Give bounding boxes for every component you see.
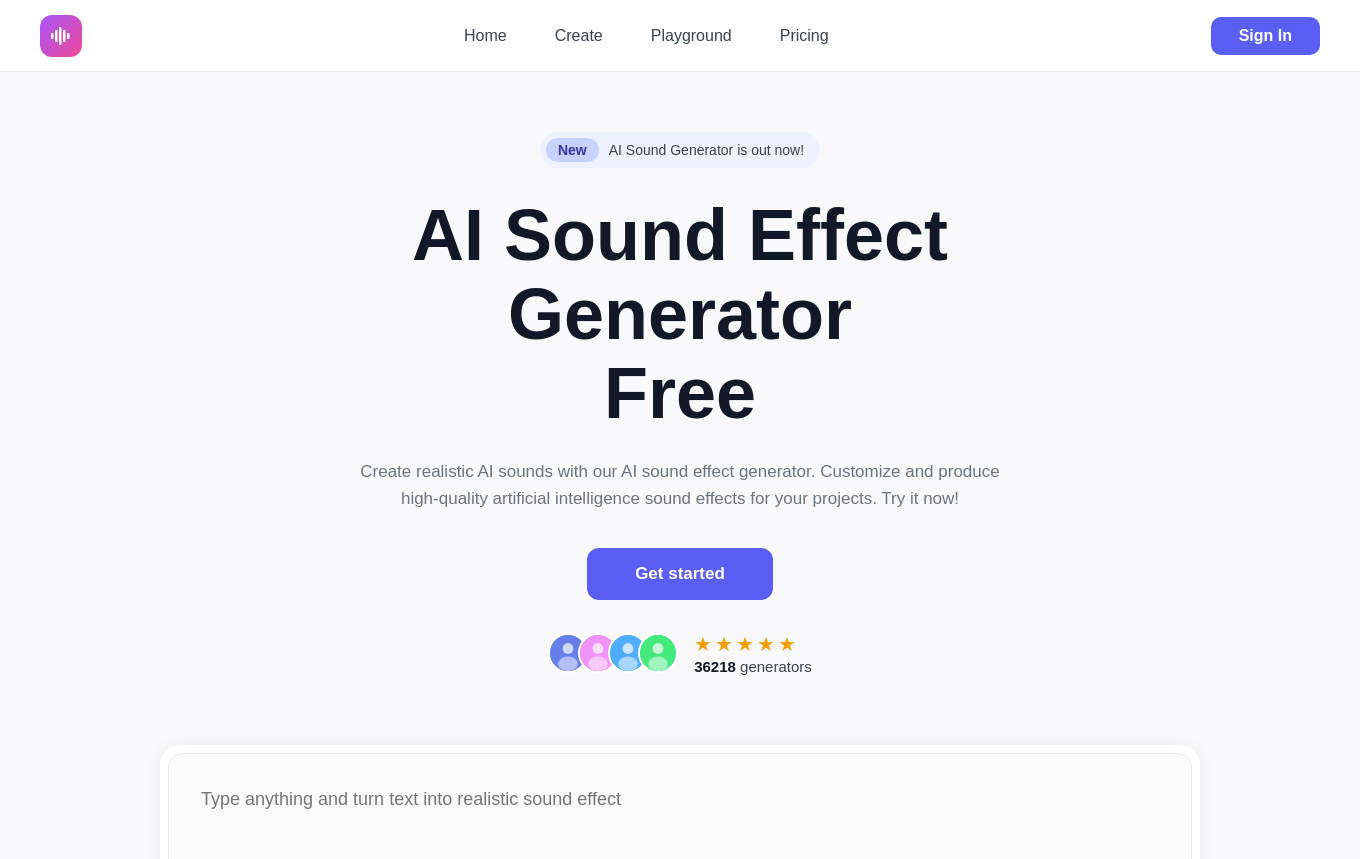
announcement-badge: New AI Sound Generator is out now!	[540, 132, 820, 168]
svg-rect-0	[51, 33, 54, 39]
star-2: ★	[715, 632, 733, 656]
avatar-face-4	[640, 635, 676, 671]
logo[interactable]	[40, 15, 82, 57]
svg-point-16	[648, 657, 668, 671]
nav-link-home[interactable]: Home	[464, 27, 507, 44]
hero-title-line1: AI Sound Effect Generator	[412, 195, 948, 354]
signin-button[interactable]: Sign In	[1211, 17, 1320, 55]
svg-rect-2	[59, 27, 62, 45]
star-5: ★	[778, 632, 796, 656]
badge-announcement-text: AI Sound Generator is out now!	[609, 142, 804, 158]
sound-wave-icon	[49, 24, 73, 48]
nav-item-create[interactable]: Create	[555, 27, 603, 45]
nav-item-playground[interactable]: Playground	[651, 27, 732, 45]
hero-section: New AI Sound Generator is out now! AI So…	[0, 72, 1360, 715]
nav-link-playground[interactable]: Playground	[651, 27, 732, 44]
svg-point-15	[653, 644, 664, 655]
svg-rect-4	[67, 33, 70, 39]
star-rating: ★ ★ ★ ★ ★	[694, 632, 796, 656]
svg-point-13	[618, 657, 638, 671]
svg-point-6	[563, 644, 574, 655]
generator-count-text: 36218 generators	[694, 658, 812, 675]
star-3: ★	[736, 632, 754, 656]
nav-item-home[interactable]: Home	[464, 27, 507, 45]
svg-point-7	[558, 657, 578, 671]
star-4: ★	[757, 632, 775, 656]
avatar-4	[638, 633, 678, 673]
svg-point-12	[623, 644, 634, 655]
rating-block: ★ ★ ★ ★ ★ 36218 generators	[694, 632, 812, 675]
badge-new-label: New	[546, 138, 599, 162]
svg-point-9	[593, 644, 604, 655]
nav-link-pricing[interactable]: Pricing	[780, 27, 829, 44]
star-1: ★	[694, 632, 712, 656]
social-proof: ★ ★ ★ ★ ★ 36218 generators	[548, 632, 812, 675]
generator-label: generators	[740, 658, 812, 675]
hero-subtitle: Create realistic AI sounds with our AI s…	[340, 458, 1020, 512]
avatar-group	[548, 633, 678, 673]
logo-icon	[40, 15, 82, 57]
generator-section: GENERATE	[130, 745, 1230, 859]
nav-links: Home Create Playground Pricing	[464, 27, 829, 45]
generator-inner: GENERATE	[168, 753, 1192, 859]
generator-number: 36218	[694, 658, 736, 675]
generator-card: GENERATE	[160, 745, 1200, 859]
hero-title-line2: Free	[604, 353, 756, 433]
nav-item-pricing[interactable]: Pricing	[780, 27, 829, 45]
svg-rect-3	[63, 30, 66, 42]
get-started-button[interactable]: Get started	[587, 548, 773, 600]
hero-title: AI Sound Effect Generator Free	[230, 196, 1130, 434]
svg-point-10	[588, 657, 608, 671]
user-avatar-icon-4	[640, 633, 676, 673]
nav-link-create[interactable]: Create	[555, 27, 603, 44]
navbar: Home Create Playground Pricing Sign In	[0, 0, 1360, 72]
svg-rect-1	[55, 30, 58, 42]
sound-effect-input[interactable]	[201, 786, 1159, 859]
